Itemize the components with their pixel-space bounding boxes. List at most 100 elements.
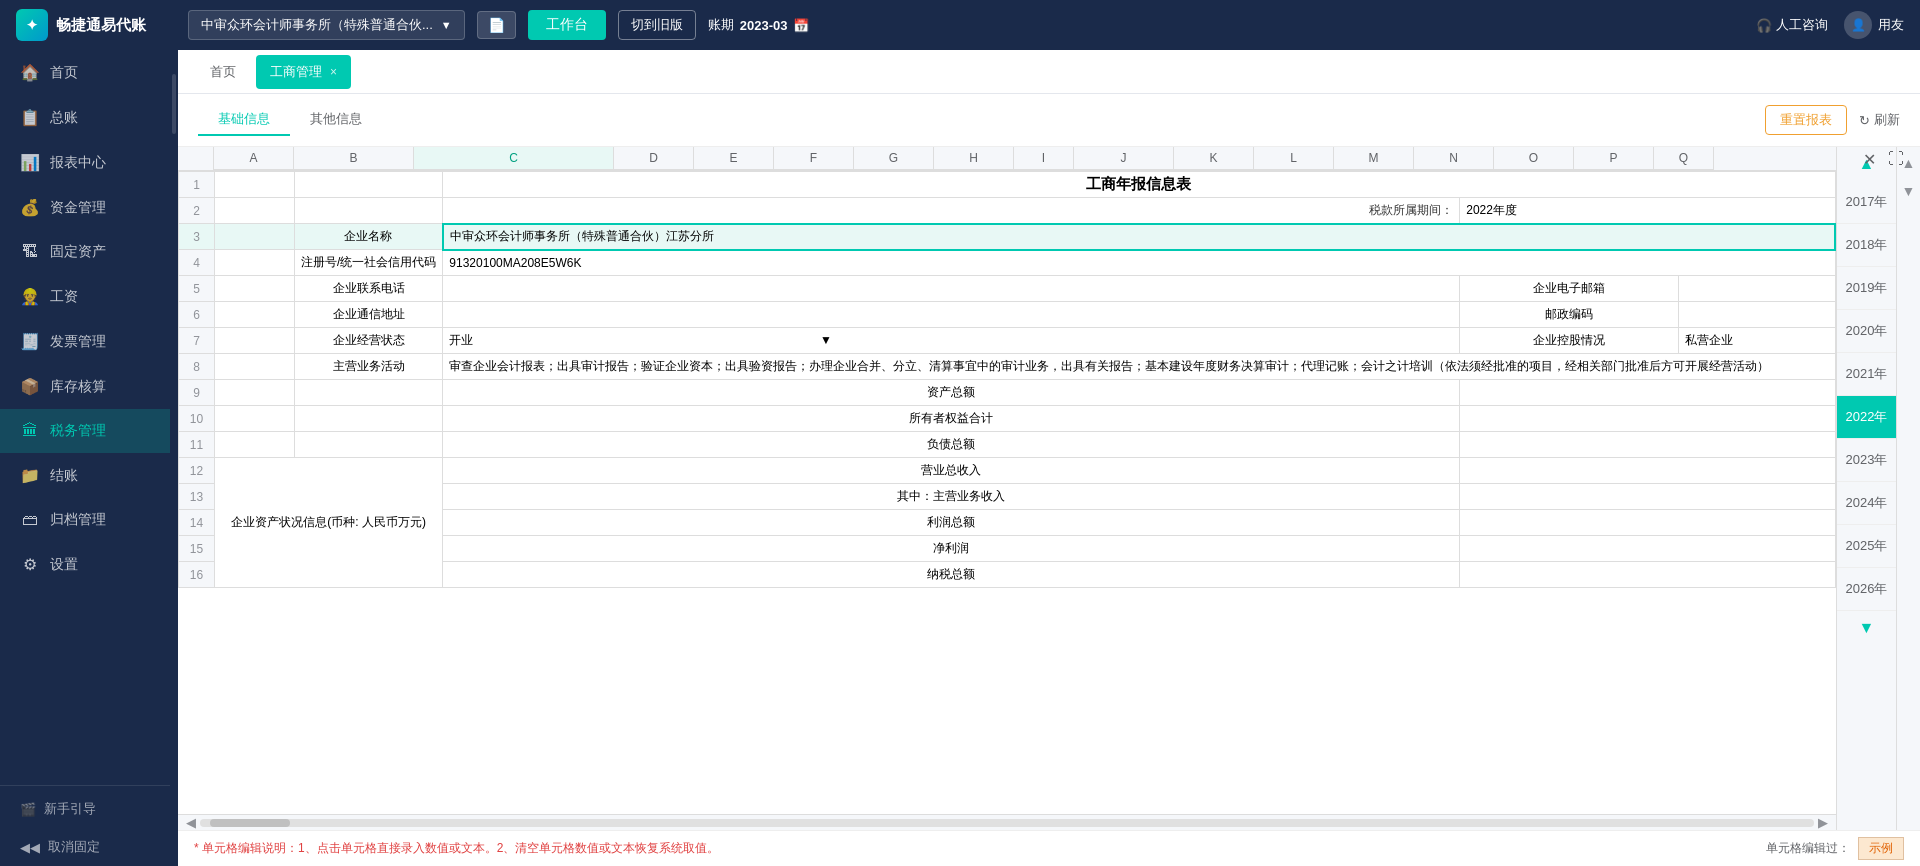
sub-tab-basic[interactable]: 基础信息 xyxy=(198,104,290,136)
table-cell[interactable] xyxy=(443,302,1460,328)
table-cell[interactable]: 主营业务活动 xyxy=(295,354,443,380)
sidebar-item-archive[interactable]: 🗃 归档管理 xyxy=(0,498,170,542)
sidebar-item-ledger[interactable]: 📋 总账 xyxy=(0,95,170,140)
sidebar-item-guide[interactable]: 🎬 新手引导 xyxy=(0,790,170,828)
table-cell[interactable] xyxy=(215,302,295,328)
year-item-2020[interactable]: 2020年 xyxy=(1837,310,1896,353)
document-icon[interactable]: 📄 xyxy=(477,11,516,39)
table-cell[interactable]: 负债总额 xyxy=(443,432,1460,458)
table-cell[interactable] xyxy=(215,328,295,354)
table-cell[interactable]: 资产总额 xyxy=(443,380,1460,406)
sidebar-item-closing[interactable]: 📁 结账 xyxy=(0,453,170,498)
table-cell[interactable] xyxy=(295,406,443,432)
table-cell[interactable] xyxy=(1460,510,1835,536)
reset-report-button[interactable]: 重置报表 xyxy=(1765,105,1847,135)
funds-icon: 💰 xyxy=(20,198,40,217)
table-cell[interactable] xyxy=(295,198,443,224)
tab-home[interactable]: 首页 xyxy=(194,55,252,89)
year-item-2026[interactable]: 2026年 xyxy=(1837,568,1896,611)
expand-window-button[interactable]: ⛶ xyxy=(1888,150,1904,169)
table-cell[interactable] xyxy=(215,250,295,276)
table-cell[interactable]: 营业总收入 xyxy=(443,458,1460,484)
table-cell[interactable] xyxy=(215,380,295,406)
table-cell[interactable]: 所有者权益合计 xyxy=(443,406,1460,432)
refresh-button[interactable]: ↻ 刷新 xyxy=(1859,111,1900,129)
table-cell[interactable] xyxy=(1460,432,1835,458)
table-cell[interactable]: 91320100MA208E5W6K xyxy=(443,250,1835,276)
workbench-button[interactable]: 工作台 xyxy=(528,10,606,40)
year-item-2025[interactable]: 2025年 xyxy=(1837,525,1896,568)
sidebar-item-tax[interactable]: 🏛 税务管理 xyxy=(0,409,170,453)
row-num: 5 xyxy=(179,276,215,302)
table-cell[interactable] xyxy=(295,432,443,458)
sidebar-item-settings[interactable]: ⚙ 设置 xyxy=(0,542,170,587)
old-version-button[interactable]: 切到旧版 xyxy=(618,10,696,40)
sidebar-item-reports[interactable]: 📊 报表中心 xyxy=(0,140,170,185)
sidebar-item-inventory[interactable]: 📦 库存核算 xyxy=(0,364,170,409)
horizontal-scrollbar[interactable]: ◀ ▶ xyxy=(178,814,1836,830)
table-cell[interactable] xyxy=(1460,536,1835,562)
table-cell[interactable]: 私营企业 xyxy=(1678,328,1835,354)
table-cell[interactable]: 企业联系电话 xyxy=(295,276,443,302)
table-cell[interactable] xyxy=(1460,484,1835,510)
company-selector[interactable]: 中审众环会计师事务所（特殊普通合伙... ▼ xyxy=(188,10,465,40)
service-button[interactable]: 🎧 人工咨询 xyxy=(1756,16,1828,34)
sidebar-item-payroll[interactable]: 👷 工资 xyxy=(0,274,170,319)
table-cell[interactable] xyxy=(215,406,295,432)
table-cell[interactable]: 企业名称 xyxy=(295,224,443,250)
sidebar-item-invoices[interactable]: 🧾 发票管理 xyxy=(0,319,170,364)
table-cell[interactable] xyxy=(1678,302,1835,328)
table-cell[interactable] xyxy=(295,380,443,406)
table-cell[interactable] xyxy=(215,224,295,250)
table-cell-company-name[interactable]: 中审众环会计师事务所（特殊普通合伙）江苏分所 xyxy=(443,224,1835,250)
table-cell[interactable] xyxy=(443,276,1460,302)
year-item-2023[interactable]: 2023年 xyxy=(1837,439,1896,482)
table-cell[interactable]: 净利润 xyxy=(443,536,1460,562)
table-cell[interactable]: 利润总额 xyxy=(443,510,1460,536)
scroll-thumb[interactable] xyxy=(210,819,290,827)
year-nav-down[interactable]: ▼ xyxy=(1837,611,1896,645)
table-cell[interactable]: 企业经营状态 xyxy=(295,328,443,354)
calendar-icon[interactable]: 📅 xyxy=(793,18,809,33)
sub-tab-other[interactable]: 其他信息 xyxy=(290,104,382,136)
table-cell[interactable] xyxy=(215,276,295,302)
year-item-2017[interactable]: 2017年 xyxy=(1837,181,1896,224)
table-cell[interactable] xyxy=(1460,380,1835,406)
service-label: 人工咨询 xyxy=(1776,16,1828,34)
sidebar-item-assets[interactable]: 🏗 固定资产 xyxy=(0,230,170,274)
table-cell[interactable] xyxy=(1678,276,1835,302)
year-item-2019[interactable]: 2019年 xyxy=(1837,267,1896,310)
tab-close-button[interactable]: × xyxy=(330,65,337,79)
table-cell[interactable] xyxy=(215,198,295,224)
table-cell[interactable]: 纳税总额 xyxy=(443,562,1460,588)
table-cell[interactable] xyxy=(1460,406,1835,432)
table-cell[interactable]: 注册号/统一社会信用代码 xyxy=(295,250,443,276)
table-cell[interactable] xyxy=(1460,562,1835,588)
header: ✦ 畅捷通易代账 中审众环会计师事务所（特殊普通合伙... ▼ 📄 工作台 切到… xyxy=(0,0,1920,50)
year-item-2018[interactable]: 2018年 xyxy=(1837,224,1896,267)
table-cell[interactable]: 开业 ▼ xyxy=(443,328,1460,354)
table-cell[interactable]: 企业通信地址 xyxy=(295,302,443,328)
table-cell[interactable] xyxy=(215,432,295,458)
table-cell-title[interactable]: 工商年报信息表 xyxy=(443,172,1835,198)
table-cell[interactable] xyxy=(215,354,295,380)
sidebar-item-unpin[interactable]: ◀◀ 取消固定 xyxy=(0,828,170,866)
sidebar-item-home[interactable]: 🏠 首页 xyxy=(0,50,170,95)
scroll-track[interactable] xyxy=(200,819,1814,827)
collapse-down-button[interactable]: ▼ xyxy=(1902,183,1916,199)
year-item-2024[interactable]: 2024年 xyxy=(1837,482,1896,525)
scroll-left-button[interactable]: ◀ xyxy=(182,815,200,830)
year-item-2021[interactable]: 2021年 xyxy=(1837,353,1896,396)
table-cell[interactable] xyxy=(215,172,295,198)
tab-active[interactable]: 工商管理 × xyxy=(256,55,351,89)
scroll-right-button[interactable]: ▶ xyxy=(1814,815,1832,830)
table-cell[interactable]: 审查企业会计报表；出具审计报告；验证企业资本；出具验资报告；办理企业合并、分立、… xyxy=(443,354,1835,380)
close-window-button[interactable]: ✕ xyxy=(1863,150,1876,169)
year-item-2022[interactable]: 2022年 xyxy=(1837,396,1896,439)
table-cell[interactable]: 2022年度 xyxy=(1460,198,1835,224)
user-menu[interactable]: 👤 用友 xyxy=(1844,11,1904,39)
table-cell[interactable] xyxy=(295,172,443,198)
sidebar-item-funds[interactable]: 💰 资金管理 xyxy=(0,185,170,230)
table-cell[interactable] xyxy=(1460,458,1835,484)
sheet-scroll[interactable]: 1 工商年报信息表 2 税款所属期间： 202 xyxy=(178,171,1836,814)
